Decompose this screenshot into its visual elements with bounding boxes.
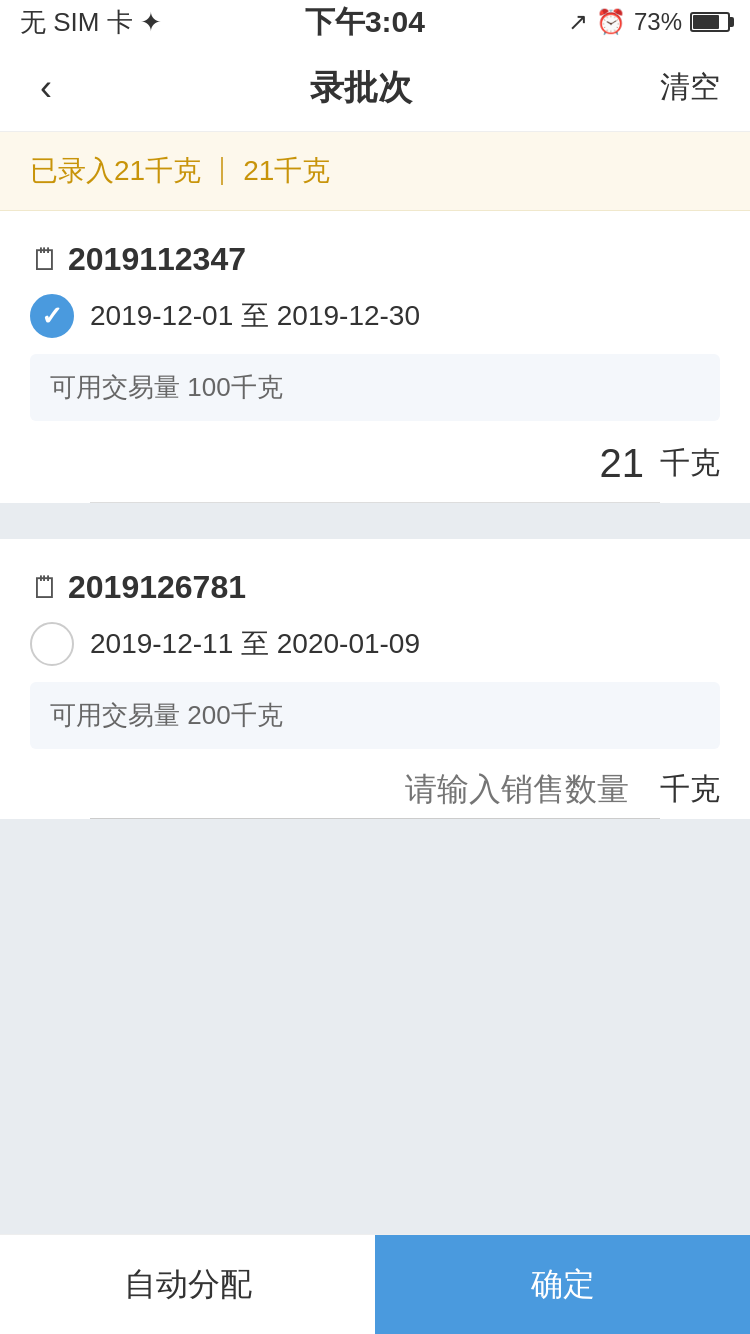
clear-button[interactable]: 清空	[660, 67, 720, 108]
battery-percent: 73%	[634, 8, 682, 36]
batch-item-1: 🗒 2019112347 2019-12-01 至 2019-12-30 可用交…	[0, 211, 750, 503]
nav-bar: ‹ 录批次 清空	[0, 44, 750, 132]
batch-icon-1: 🗒	[30, 243, 60, 277]
quantity-unit-2: 千克	[660, 769, 720, 810]
batch-header-2: 🗒 2019126781	[30, 569, 720, 606]
input-row-2: 千克	[30, 749, 720, 810]
batch-icon-2: 🗒	[30, 571, 60, 605]
quantity-input-2[interactable]	[344, 771, 644, 808]
batch-amount-row-1: 21 千克	[30, 421, 720, 486]
location-icon: ↗	[568, 8, 588, 36]
batch-item-2: 🗒 2019126781 2019-12-11 至 2020-01-09 可用交…	[0, 539, 750, 819]
section-gap	[0, 519, 750, 539]
batch-date-row-2[interactable]: 2019-12-11 至 2020-01-09	[30, 622, 720, 666]
back-button[interactable]: ‹	[30, 57, 62, 119]
auto-distribute-button[interactable]: 自动分配	[0, 1235, 375, 1334]
confirm-button[interactable]: 确定	[375, 1235, 750, 1334]
confirm-label: 确定	[531, 1263, 595, 1307]
input-underline-2	[90, 818, 660, 819]
page-title: 录批次	[310, 65, 412, 111]
status-left: 无 SIM 卡 ✦	[20, 5, 162, 40]
banner-divider	[221, 157, 223, 185]
batch-number-2: 2019126781	[68, 569, 246, 606]
battery-icon	[690, 12, 730, 32]
batch-date-2: 2019-12-11 至 2020-01-09	[90, 625, 420, 663]
batch-date-row-1[interactable]: 2019-12-01 至 2019-12-30	[30, 294, 720, 338]
recorded-amount: 已录入21千克	[30, 152, 201, 190]
batch-number-1: 2019112347	[68, 241, 246, 278]
radio-button-2[interactable]	[30, 622, 74, 666]
batch-header-1: 🗒 2019112347	[30, 241, 720, 278]
batch-date-1: 2019-12-01 至 2019-12-30	[90, 297, 420, 335]
batch-available-2: 可用交易量 200千克	[30, 682, 720, 749]
status-right: ↗ ⏰ 73%	[568, 8, 730, 36]
total-amount: 21千克	[243, 152, 330, 190]
batch-available-1: 可用交易量 100千克	[30, 354, 720, 421]
status-time: 下午3:04	[305, 2, 425, 43]
batch-amount-unit-1: 千克	[660, 443, 720, 484]
sim-label: 无 SIM 卡 ✦	[20, 5, 162, 40]
radio-button-1[interactable]	[30, 294, 74, 338]
batch-divider-1	[90, 502, 660, 503]
footer: 自动分配 确定	[0, 1234, 750, 1334]
auto-distribute-label: 自动分配	[124, 1263, 252, 1307]
info-banner: 已录入21千克 21千克	[0, 132, 750, 211]
status-bar: 无 SIM 卡 ✦ 下午3:04 ↗ ⏰ 73%	[0, 0, 750, 44]
alarm-icon: ⏰	[596, 8, 626, 36]
batch-amount-value-1: 21	[600, 441, 645, 486]
